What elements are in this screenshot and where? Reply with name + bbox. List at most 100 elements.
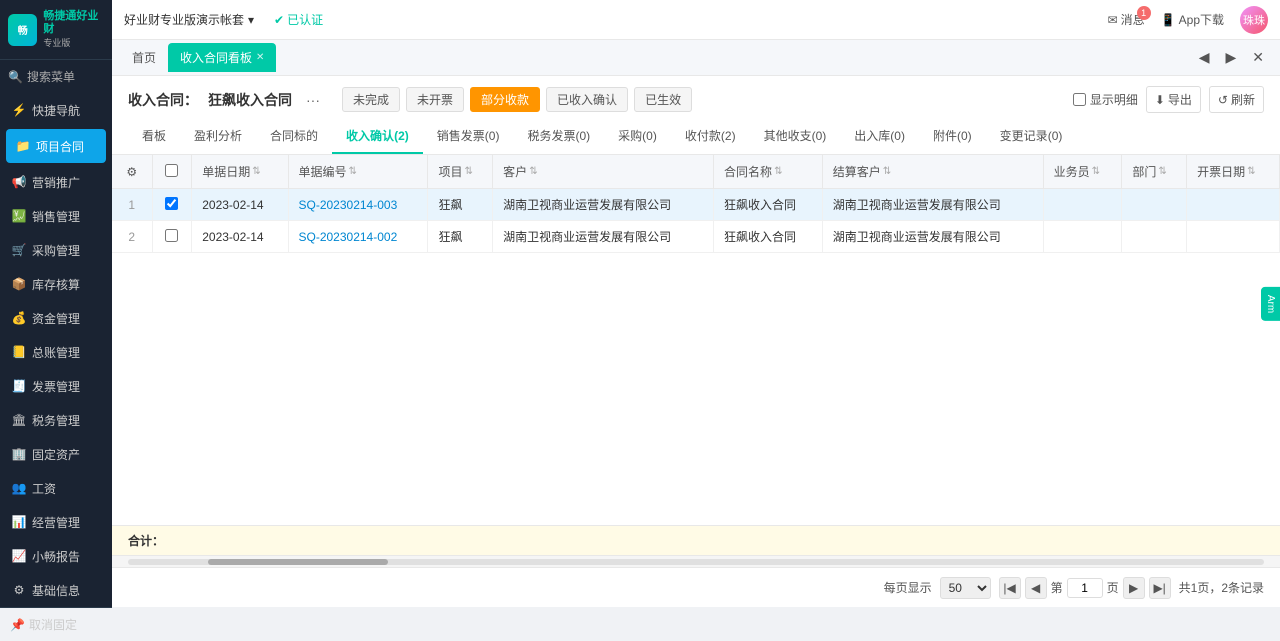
refresh-icon: ↺	[1218, 93, 1228, 107]
sidebar-bottom: 📌 取消固定	[0, 607, 112, 641]
current-tab[interactable]: 收入合同看板 ✕	[168, 43, 276, 72]
show-detail-checkbox-label[interactable]: 显示明细	[1073, 91, 1138, 108]
tab-other-income[interactable]: 其他收支(0)	[750, 119, 841, 154]
th-gear[interactable]: ⚙	[112, 155, 152, 189]
company-name: 好业财专业版演示帐套	[124, 11, 244, 28]
tab-attachments[interactable]: 附件(0)	[919, 119, 986, 154]
tab-next-button[interactable]: ▶	[1221, 47, 1240, 68]
refresh-button[interactable]: ↺ 刷新	[1209, 86, 1264, 113]
sidebar-item-sales[interactable]: 💹 销售管理	[0, 199, 112, 233]
next-page-button[interactable]: ▶	[1123, 577, 1145, 599]
page-number-input[interactable]	[1067, 578, 1103, 598]
cell-customer: 湖南卫视商业运营发展有限公司	[493, 221, 714, 253]
company-selector[interactable]: 好业财专业版演示帐套 ▾	[124, 11, 254, 28]
sort-icon: ⇅	[252, 166, 260, 177]
tab-tax-invoice[interactable]: 税务发票(0)	[513, 119, 604, 154]
sidebar-item-quick-nav[interactable]: ⚡ 快捷导航	[0, 93, 112, 127]
last-page-button[interactable]: ▶|	[1149, 577, 1171, 599]
first-page-button[interactable]: |◀	[999, 577, 1021, 599]
sidebar-item-purchase[interactable]: 🛒 采购管理	[0, 233, 112, 267]
cart-icon: 🛒	[10, 241, 28, 259]
export-button[interactable]: ⬇ 导出	[1146, 86, 1201, 113]
th-billing-customer[interactable]: 结算客户⇅	[822, 155, 1043, 189]
tab-sales-invoice[interactable]: 销售发票(0)	[423, 119, 514, 154]
bill-no-link[interactable]: SQ-20230214-002	[299, 230, 398, 244]
tab-payment[interactable]: 收付款(2)	[671, 119, 750, 154]
status-confirmed[interactable]: 已收入确认	[546, 87, 628, 112]
sidebar-item-basic-info[interactable]: ⚙ 基础信息	[0, 573, 112, 607]
tab-contract-standard[interactable]: 合同标的	[256, 119, 332, 154]
sidebar-item-tax[interactable]: 🏛 税务管理	[0, 403, 112, 437]
th-contract-name[interactable]: 合同名称⇅	[714, 155, 823, 189]
folder-icon: 📁	[14, 137, 32, 155]
status-effective[interactable]: 已生效	[634, 87, 692, 112]
app-download-button[interactable]: 📱 App下载	[1161, 11, 1224, 28]
pagination-info: 共1页，2条记录	[1179, 579, 1264, 596]
invoice-icon: 🧾	[10, 377, 28, 395]
cell-bill-date2	[1187, 221, 1280, 253]
status-buttons: 未完成 未开票 部分收款 已收入确认 已生效	[342, 87, 692, 112]
sidebar-item-project-contract[interactable]: 📁 项目合同	[6, 129, 106, 163]
th-department[interactable]: 部门⇅	[1122, 155, 1187, 189]
main-area: 好业财专业版演示帐套 ▾ ✔ 已认证 ✉ 消息 1 📱 App下载 珠珠 首页 …	[112, 0, 1280, 607]
sort-icon: ⇅	[1092, 166, 1100, 177]
th-bill-date2[interactable]: 开票日期⇅	[1187, 155, 1280, 189]
message-button[interactable]: ✉ 消息 1	[1108, 11, 1145, 28]
table-area: ⚙ 单据日期⇅ 单据编号⇅ 项目⇅	[112, 155, 1280, 525]
bill-no-link[interactable]: SQ-20230214-003	[299, 198, 398, 212]
th-bill-no[interactable]: 单据编号⇅	[288, 155, 428, 189]
topbar-right: ✉ 消息 1 📱 App下载 珠珠	[1108, 6, 1268, 34]
sidebar-bottom-pin[interactable]: 📌 取消固定	[0, 608, 112, 641]
cell-department	[1122, 189, 1187, 221]
prev-page-button[interactable]: ◀	[1025, 577, 1047, 599]
tab-purchase[interactable]: 采购(0)	[604, 119, 671, 154]
sidebar-item-invoice[interactable]: 🧾 发票管理	[0, 369, 112, 403]
sidebar-search[interactable]: 🔍 搜索菜单	[0, 60, 112, 93]
tab-prev-button[interactable]: ◀	[1195, 47, 1214, 68]
tab-close-all-button[interactable]: ✕	[1248, 47, 1268, 68]
sidebar-item-marketing[interactable]: 📢 营销推广	[0, 165, 112, 199]
sidebar-item-general-ledger[interactable]: 📒 总账管理	[0, 335, 112, 369]
tab-profit-analysis[interactable]: 盈利分析	[180, 119, 256, 154]
sidebar-item-fixed-assets[interactable]: 🏢 固定资产	[0, 437, 112, 471]
check-icon: ✔	[274, 13, 284, 27]
tab-kanban[interactable]: 看板	[128, 119, 180, 154]
tab-change-log[interactable]: 变更记录(0)	[986, 119, 1077, 154]
select-all-checkbox[interactable]	[165, 164, 178, 177]
money-icon: 💰	[10, 309, 28, 327]
sidebar-item-inventory[interactable]: 📦 库存核算	[0, 267, 112, 301]
tab-close-button[interactable]: ✕	[256, 52, 264, 63]
th-project[interactable]: 项目⇅	[428, 155, 493, 189]
sidebar-item-mini-report[interactable]: 📈 小畅报告	[0, 539, 112, 573]
right-float-button[interactable]: Arm	[1261, 286, 1280, 320]
report-icon: 📈	[10, 547, 28, 565]
sort-icon: ⇅	[529, 166, 537, 177]
status-not-done[interactable]: 未完成	[342, 87, 400, 112]
th-salesperson[interactable]: 业务员⇅	[1043, 155, 1122, 189]
scrollbar-thumb[interactable]	[208, 559, 388, 565]
status-not-invoiced[interactable]: 未开票	[406, 87, 464, 112]
horizontal-scrollbar[interactable]	[128, 559, 1264, 565]
table-row: 1 2023-02-14 SQ-20230214-003 狂飙 湖南卫视商业运营…	[112, 189, 1280, 221]
more-button[interactable]: ···	[306, 92, 320, 108]
table-footer: 合计：	[112, 525, 1280, 555]
sidebar-item-funds[interactable]: 💰 资金管理	[0, 301, 112, 335]
home-tab[interactable]: 首页	[124, 49, 164, 66]
row-checkbox[interactable]	[165, 197, 178, 210]
page-size-select[interactable]: 50 20 100 200	[940, 577, 991, 599]
row-checkbox[interactable]	[165, 229, 178, 242]
sidebar-item-ops[interactable]: 📊 经营管理	[0, 505, 112, 539]
th-date[interactable]: 单据日期⇅	[192, 155, 288, 189]
row-checkbox-cell	[152, 221, 192, 253]
status-partial-collect[interactable]: 部分收款	[470, 87, 540, 112]
tab-income-confirm[interactable]: 收入确认(2)	[332, 119, 423, 154]
logo-sub: 专业版	[43, 36, 104, 49]
sidebar-item-hr[interactable]: 👥 工资	[0, 471, 112, 505]
content-area: 收入合同： 狂飙收入合同 ··· 未完成 未开票 部分收款 已收入确认 已生效 …	[112, 76, 1280, 607]
page-label: 第	[1051, 579, 1063, 596]
show-detail-checkbox[interactable]	[1073, 93, 1086, 106]
th-customer[interactable]: 客户⇅	[493, 155, 714, 189]
row-num: 1	[112, 189, 152, 221]
tab-outbound[interactable]: 出入库(0)	[840, 119, 919, 154]
user-avatar[interactable]: 珠珠	[1240, 6, 1268, 34]
